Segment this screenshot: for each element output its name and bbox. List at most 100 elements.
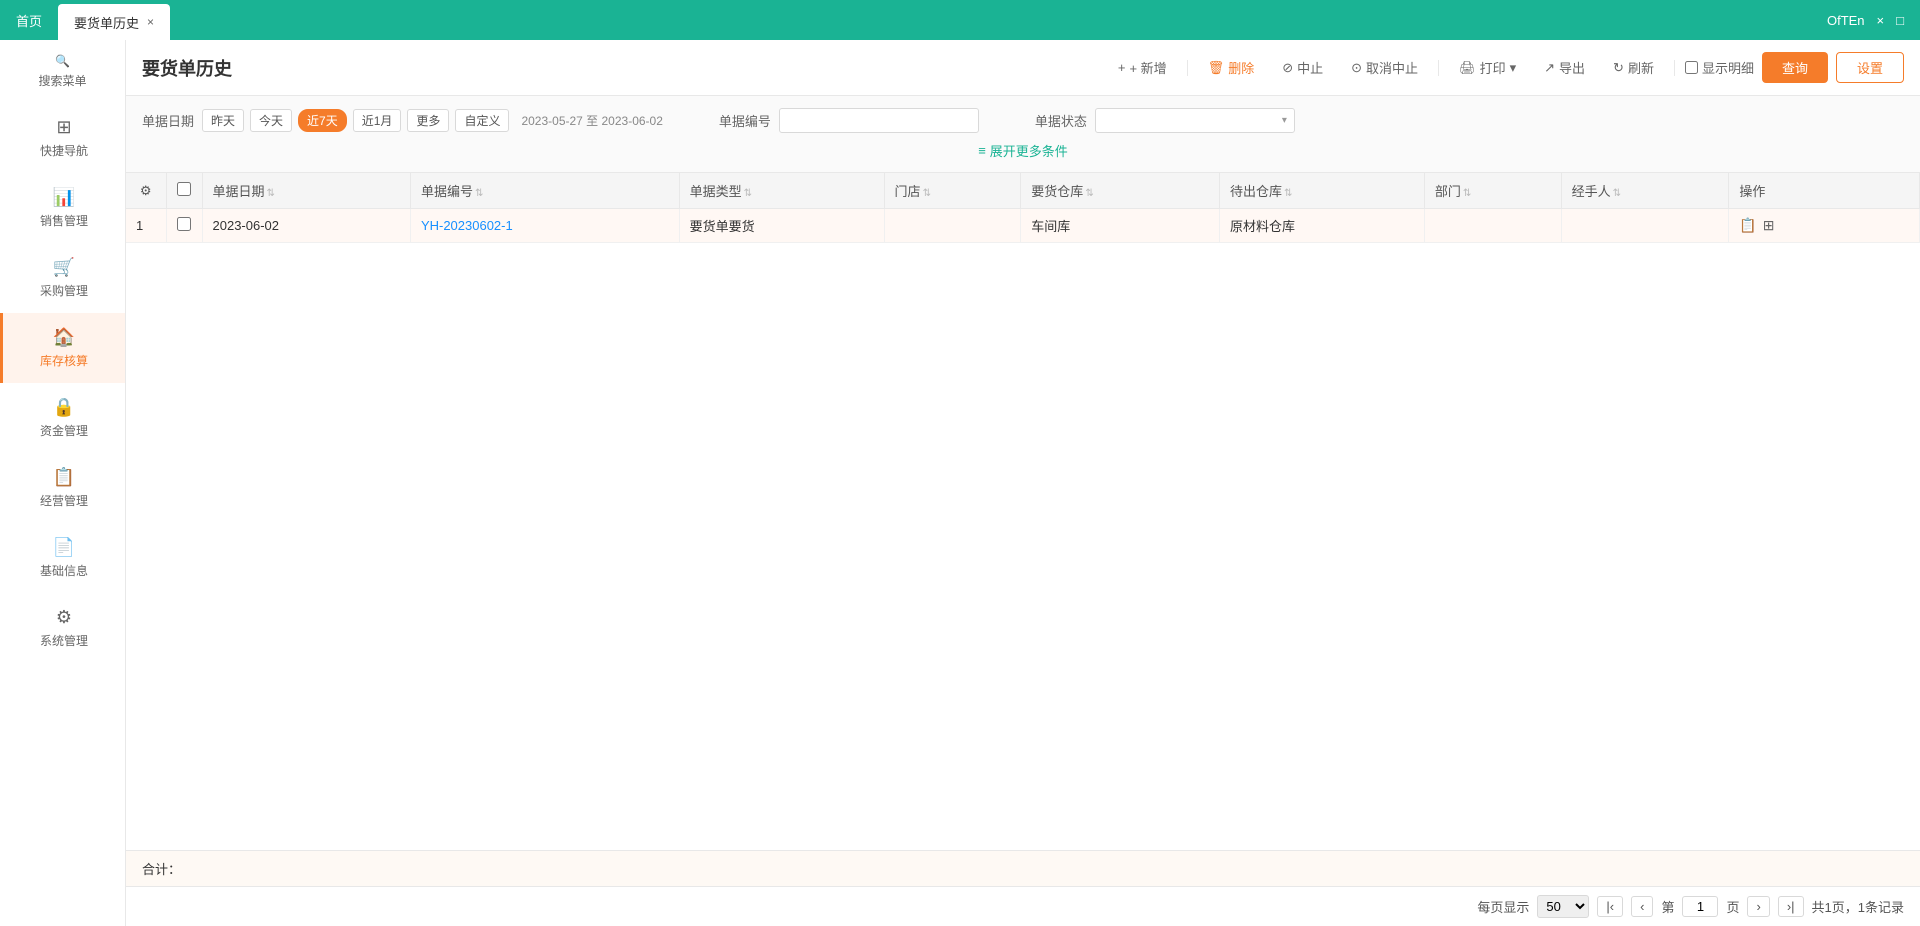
cell-req-warehouse: 车间库	[1021, 209, 1220, 243]
copy-icon[interactable]: ⊞	[1763, 217, 1775, 234]
date-btn-7days[interactable]: 近7天	[298, 109, 347, 132]
total-records-label: 共1页，1条记录	[1812, 897, 1904, 916]
date-btn-more[interactable]: 更多	[407, 109, 449, 132]
export-button[interactable]: ↗ 导出	[1534, 54, 1595, 81]
divider-1	[1187, 60, 1188, 76]
close-tab-icon[interactable]: ×	[147, 15, 154, 29]
page-prefix-label: 第	[1661, 897, 1674, 916]
expand-more-btn[interactable]: ≡ 展开更多条件	[978, 141, 1068, 160]
table-container: ⚙ 单据日期⇅ 单据编号⇅ 单据类型⇅ 门店⇅ 要货仓库⇅ 待出仓库⇅ 部门⇅ …	[126, 173, 1920, 850]
display-detail-checkbox[interactable]: 显示明细	[1685, 58, 1754, 77]
cancel-stop-label: 取消中止	[1366, 58, 1418, 77]
filter-doc-no: 单据编号	[719, 108, 979, 133]
content-area: 要货单历史 + + 新增 🗑 删除 ⊘ 中止 ⊙ 取消中止	[126, 40, 1920, 926]
last-page-btn[interactable]: ›|	[1778, 896, 1804, 917]
tab-history[interactable]: 要货单历史 ×	[58, 4, 170, 40]
search-icon: 🔍	[55, 54, 70, 68]
page-number-input[interactable]	[1682, 896, 1718, 917]
next-page-btn[interactable]: ›	[1747, 896, 1769, 917]
query-button[interactable]: 查询	[1762, 52, 1828, 83]
setting-button[interactable]: 设置	[1836, 52, 1904, 83]
sidebar-item-system[interactable]: ⚙ 系统管理	[0, 593, 125, 663]
window-close-icon[interactable]: ×	[1877, 13, 1885, 28]
sales-label: 销售管理	[40, 212, 88, 229]
cell-seq: 1	[126, 209, 166, 243]
date-range-display: 2023-05-27 至 2023-06-02	[521, 112, 662, 129]
date-btn-1month[interactable]: 近1月	[353, 109, 402, 132]
th-action: 操作	[1729, 173, 1920, 209]
expand-icon: ≡	[978, 143, 986, 158]
sidebar-item-inventory[interactable]: 🏠 库存核算	[0, 313, 125, 383]
table-head: ⚙ 单据日期⇅ 单据编号⇅ 单据类型⇅ 门店⇅ 要货仓库⇅ 待出仓库⇅ 部门⇅ …	[126, 173, 1920, 209]
per-page-label: 每页显示	[1477, 897, 1529, 916]
sidebar-search[interactable]: 🔍 搜索菜单	[0, 40, 125, 103]
sidebar-item-sales[interactable]: 📊 销售管理	[0, 173, 125, 243]
per-page-select[interactable]: 50 100	[1537, 895, 1589, 918]
th-date[interactable]: 单据日期⇅	[202, 173, 410, 209]
sidebar-item-purchase[interactable]: 🛒 采购管理	[0, 243, 125, 313]
cancel-stop-icon: ⊙	[1351, 60, 1362, 76]
stop-label: 中止	[1297, 58, 1323, 77]
prev-page-btn[interactable]: ‹	[1631, 896, 1653, 917]
operation-label: 经营管理	[40, 492, 88, 509]
add-icon: +	[1118, 60, 1126, 75]
row-checkbox[interactable]	[177, 217, 191, 231]
th-handler[interactable]: 经手人⇅	[1561, 173, 1729, 209]
cell-date: 2023-06-02	[202, 209, 410, 243]
status-select[interactable]	[1095, 108, 1295, 133]
tab-home-label: 首页	[16, 11, 42, 30]
filter-date: 单据日期 昨天 今天 近7天 近1月 更多 自定义 2023-05-27 至 2…	[142, 109, 663, 132]
table-row: 1 2023-06-02 YH-20230602-1 要货单要货 车间库 原材料…	[126, 209, 1920, 243]
date-btn-today[interactable]: 今天	[250, 109, 292, 132]
th-department[interactable]: 部门⇅	[1424, 173, 1561, 209]
system-label: 系统管理	[40, 632, 88, 649]
quick-nav-label: 快捷导航	[40, 142, 88, 159]
th-pending-warehouse[interactable]: 待出仓库⇅	[1219, 173, 1424, 209]
filter-row-1: 单据日期 昨天 今天 近7天 近1月 更多 自定义 2023-05-27 至 2…	[142, 108, 1904, 133]
print-label: 打印	[1480, 58, 1506, 77]
operation-icon: 📋	[53, 467, 75, 488]
sidebar-item-basic[interactable]: 📄 基础信息	[0, 523, 125, 593]
stop-button[interactable]: ⊘ 中止	[1272, 54, 1333, 81]
purchase-icon: 🛒	[53, 257, 75, 278]
select-all-checkbox[interactable]	[177, 182, 191, 196]
sidebar-item-finance[interactable]: 🔒 资金管理	[0, 383, 125, 453]
divider-2	[1438, 60, 1439, 76]
export-label: 导出	[1559, 58, 1585, 77]
search-label: 搜索菜单	[38, 72, 86, 89]
add-button[interactable]: + + 新增	[1108, 54, 1177, 81]
date-btn-custom[interactable]: 自定义	[455, 109, 509, 132]
cell-doc-no: YH-20230602-1	[410, 209, 679, 243]
add-label: + 新增	[1129, 58, 1166, 77]
th-store[interactable]: 门店⇅	[884, 173, 1021, 209]
date-btn-yesterday[interactable]: 昨天	[202, 109, 244, 132]
expand-row: ≡ 展开更多条件	[142, 141, 1904, 160]
date-filter-label: 单据日期	[142, 111, 194, 130]
cell-pending-warehouse: 原材料仓库	[1219, 209, 1424, 243]
quick-nav-icon: ⊞	[56, 117, 71, 138]
cancel-stop-button[interactable]: ⊙ 取消中止	[1341, 54, 1428, 81]
first-page-btn[interactable]: |‹	[1597, 896, 1623, 917]
th-req-warehouse[interactable]: 要货仓库⇅	[1021, 173, 1220, 209]
print-button[interactable]: 🖨 打印 ▾	[1449, 54, 1526, 81]
delete-button[interactable]: 🗑 删除	[1198, 54, 1265, 81]
display-detail-input[interactable]	[1685, 61, 1698, 74]
tab-home[interactable]: 首页	[0, 0, 58, 40]
th-doc-no[interactable]: 单据编号⇅	[410, 173, 679, 209]
doc-no-label: 单据编号	[719, 111, 771, 130]
doc-no-link[interactable]: YH-20230602-1	[421, 218, 513, 233]
doc-no-input[interactable]	[779, 108, 979, 133]
main-layout: 🔍 搜索菜单 ⊞ 快捷导航 📊 销售管理 🛒 采购管理 🏠 库存核算 🔒 资金管…	[0, 40, 1920, 926]
refresh-label: 刷新	[1628, 58, 1654, 77]
th-settings[interactable]: ⚙	[126, 173, 166, 209]
cell-action: 📋 ⊞	[1729, 209, 1920, 243]
refresh-button[interactable]: ↻ 刷新	[1603, 54, 1664, 81]
window-maximize-icon[interactable]: □	[1896, 13, 1904, 28]
cell-handler	[1561, 209, 1729, 243]
th-doc-type[interactable]: 单据类型⇅	[679, 173, 884, 209]
sidebar-item-operation[interactable]: 📋 经营管理	[0, 453, 125, 523]
top-bar-right: OfTEn × □	[1827, 13, 1920, 28]
edit-icon[interactable]: 📋	[1739, 217, 1756, 234]
basic-icon: 📄	[53, 537, 75, 558]
sidebar-item-quick-nav[interactable]: ⊞ 快捷导航	[0, 103, 125, 173]
